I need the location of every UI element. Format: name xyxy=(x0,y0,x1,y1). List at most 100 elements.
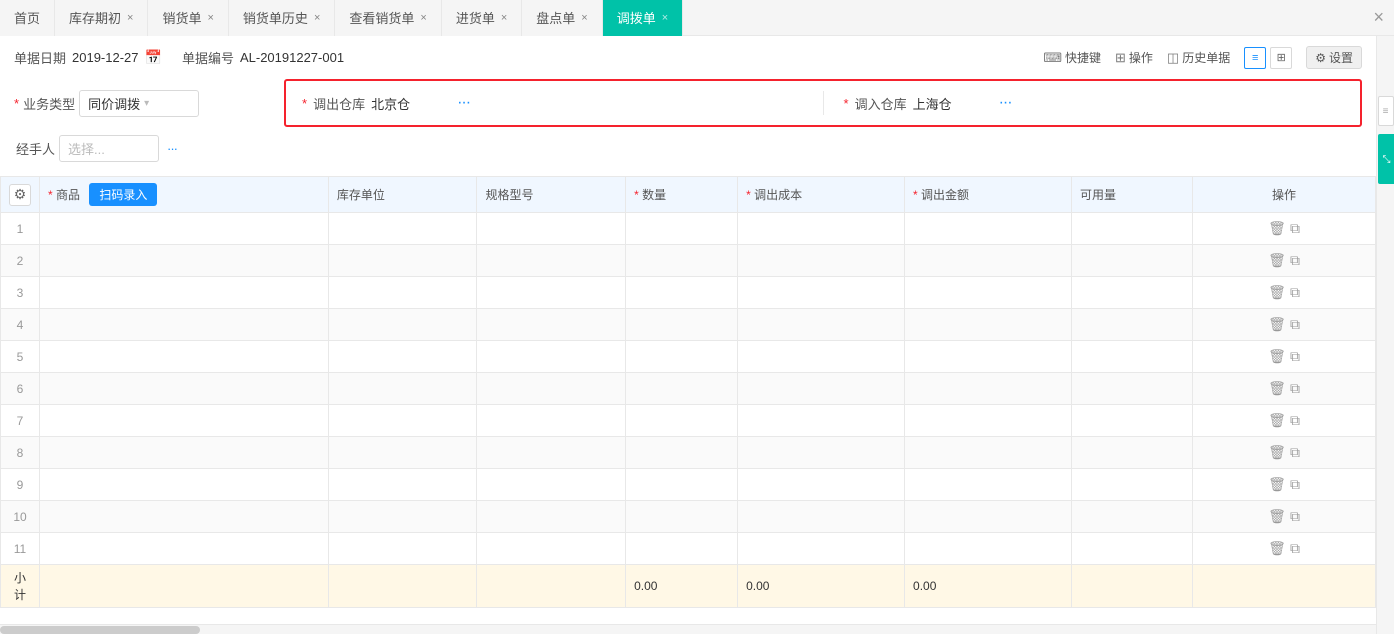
available-cell[interactable] xyxy=(1071,213,1192,245)
delete-row-icon[interactable]: 🗑 xyxy=(1268,412,1286,429)
cost-cell[interactable] xyxy=(738,245,905,277)
operator-more-btn[interactable]: ··· xyxy=(167,141,177,156)
spec-cell[interactable] xyxy=(477,405,626,437)
unit-cell[interactable] xyxy=(328,213,477,245)
unit-cell[interactable] xyxy=(328,405,477,437)
unit-cell[interactable] xyxy=(328,245,477,277)
cost-cell[interactable] xyxy=(738,309,905,341)
cost-cell[interactable] xyxy=(738,437,905,469)
spec-cell[interactable] xyxy=(477,245,626,277)
spec-cell[interactable] xyxy=(477,373,626,405)
available-cell[interactable] xyxy=(1071,405,1192,437)
operations-btn[interactable]: ⊞ 操作 xyxy=(1115,49,1153,66)
qty-cell[interactable] xyxy=(626,469,738,501)
delete-row-icon[interactable]: 🗑 xyxy=(1268,348,1286,365)
cost-cell[interactable] xyxy=(738,341,905,373)
spec-cell[interactable] xyxy=(477,501,626,533)
available-cell[interactable] xyxy=(1071,437,1192,469)
copy-row-icon[interactable]: ⧉ xyxy=(1290,540,1300,557)
available-cell[interactable] xyxy=(1071,277,1192,309)
amount-cell[interactable] xyxy=(905,405,1072,437)
amount-cell[interactable] xyxy=(905,309,1072,341)
tab-close-icon[interactable]: × xyxy=(420,12,426,24)
tab-close-window[interactable]: × xyxy=(1373,7,1394,28)
qty-cell[interactable] xyxy=(626,437,738,469)
tab-sales-history[interactable]: 销货单历史 × xyxy=(229,0,335,36)
product-cell[interactable] xyxy=(40,341,329,373)
qty-cell[interactable] xyxy=(626,341,738,373)
history-btn[interactable]: ◫ 历史单据 xyxy=(1167,49,1230,66)
delete-row-icon[interactable]: 🗑 xyxy=(1268,220,1286,237)
spec-cell[interactable] xyxy=(477,309,626,341)
setting-button[interactable]: ⚙ 设置 xyxy=(1306,46,1362,69)
copy-row-icon[interactable]: ⧉ xyxy=(1290,252,1300,269)
product-cell[interactable] xyxy=(40,245,329,277)
unit-cell[interactable] xyxy=(328,469,477,501)
tab-close-icon[interactable]: × xyxy=(501,12,507,24)
available-cell[interactable] xyxy=(1071,533,1192,565)
delete-row-icon[interactable]: 🗑 xyxy=(1268,508,1286,525)
copy-row-icon[interactable]: ⧉ xyxy=(1290,316,1300,333)
operator-dropdown[interactable]: 选择... xyxy=(59,135,159,162)
tab-close-icon[interactable]: × xyxy=(127,12,133,24)
unit-cell[interactable] xyxy=(328,373,477,405)
unit-cell[interactable] xyxy=(328,309,477,341)
unit-cell[interactable] xyxy=(328,341,477,373)
product-cell[interactable] xyxy=(40,501,329,533)
qty-cell[interactable] xyxy=(626,213,738,245)
tab-home[interactable]: 首页 xyxy=(0,0,55,36)
qty-cell[interactable] xyxy=(626,533,738,565)
tab-stocktake[interactable]: 盘点单 × xyxy=(522,0,602,36)
spec-cell[interactable] xyxy=(477,437,626,469)
available-cell[interactable] xyxy=(1071,245,1192,277)
layout-list-icon[interactable]: ≡ xyxy=(1244,47,1266,69)
tab-sales-order[interactable]: 销货单 × xyxy=(148,0,228,36)
sidebar-expand-icon[interactable]: ⤢ xyxy=(1378,134,1394,184)
unit-cell[interactable] xyxy=(328,501,477,533)
unit-cell[interactable] xyxy=(328,437,477,469)
unit-cell[interactable] xyxy=(328,277,477,309)
amount-cell[interactable] xyxy=(905,469,1072,501)
tab-view-sales[interactable]: 查看销货单 × xyxy=(335,0,441,36)
horizontal-scrollbar[interactable] xyxy=(0,624,1376,634)
delete-row-icon[interactable]: 🗑 xyxy=(1268,284,1286,301)
product-cell[interactable] xyxy=(40,309,329,341)
amount-cell[interactable] xyxy=(905,341,1072,373)
tab-close-icon[interactable]: × xyxy=(207,12,213,24)
available-cell[interactable] xyxy=(1071,373,1192,405)
amount-cell[interactable] xyxy=(905,245,1072,277)
amount-cell[interactable] xyxy=(905,373,1072,405)
qty-cell[interactable] xyxy=(626,501,738,533)
warehouse-in-more-btn[interactable]: ··· xyxy=(999,94,1012,112)
cost-cell[interactable] xyxy=(738,373,905,405)
qty-cell[interactable] xyxy=(626,245,738,277)
qty-cell[interactable] xyxy=(626,309,738,341)
copy-row-icon[interactable]: ⧉ xyxy=(1290,508,1300,525)
business-type-dropdown[interactable]: 同价调拨 ▾ xyxy=(79,90,199,117)
cost-cell[interactable] xyxy=(738,501,905,533)
amount-cell[interactable] xyxy=(905,277,1072,309)
available-cell[interactable] xyxy=(1071,501,1192,533)
tab-close-icon[interactable]: × xyxy=(314,12,320,24)
delete-row-icon[interactable]: 🗑 xyxy=(1268,444,1286,461)
tab-transfer[interactable]: 调拨单 × xyxy=(603,0,683,36)
cost-cell[interactable] xyxy=(738,469,905,501)
qty-cell[interactable] xyxy=(626,405,738,437)
spec-cell[interactable] xyxy=(477,533,626,565)
cost-cell[interactable] xyxy=(738,533,905,565)
scan-entry-button[interactable]: 扫码录入 xyxy=(89,183,157,206)
tab-close-icon[interactable]: × xyxy=(581,12,587,24)
spec-cell[interactable] xyxy=(477,341,626,373)
copy-row-icon[interactable]: ⧉ xyxy=(1290,476,1300,493)
copy-row-icon[interactable]: ⧉ xyxy=(1290,284,1300,301)
amount-cell[interactable] xyxy=(905,533,1072,565)
unit-cell[interactable] xyxy=(328,533,477,565)
calendar-icon[interactable]: 📅 xyxy=(145,49,162,66)
product-cell[interactable] xyxy=(40,405,329,437)
sidebar-list-icon[interactable]: ≡ xyxy=(1378,96,1394,126)
spec-cell[interactable] xyxy=(477,277,626,309)
available-cell[interactable] xyxy=(1071,341,1192,373)
amount-cell[interactable] xyxy=(905,213,1072,245)
product-cell[interactable] xyxy=(40,277,329,309)
cost-cell[interactable] xyxy=(738,405,905,437)
